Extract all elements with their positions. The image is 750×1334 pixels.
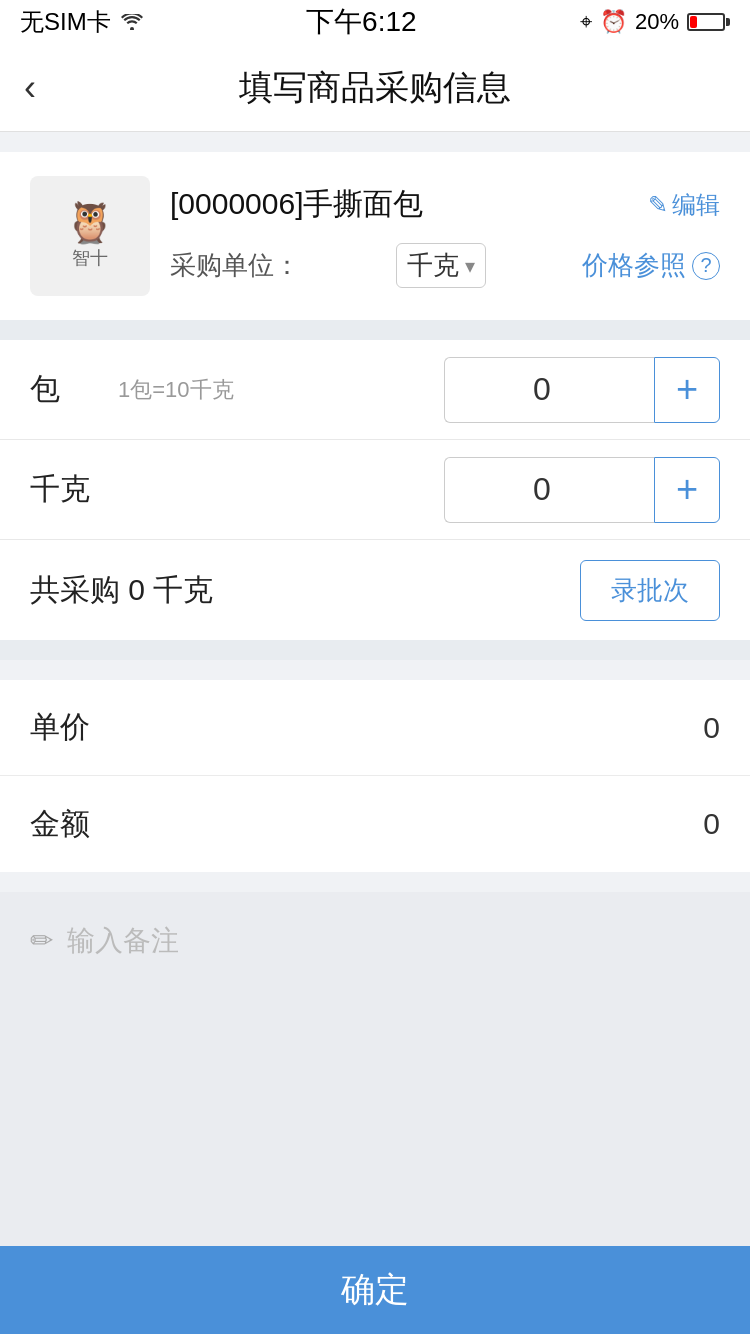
status-bar: 无SIM卡 下午6:12 ⌖ ⏰ 20% (0, 0, 750, 44)
status-left: 无SIM卡 (20, 6, 143, 38)
batch-button[interactable]: 录批次 (580, 560, 720, 621)
product-name: [0000006]手撕面包 (170, 184, 423, 225)
bag-quantity-row: 包 1包=10千克 + (0, 340, 750, 440)
wifi-icon (121, 8, 143, 36)
info-icon: ? (692, 252, 720, 280)
bag-label: 包 (30, 369, 110, 410)
product-card: 🦉 智十 [0000006]手撕面包 ✎ 编辑 采购单位： 千克 ▾ 价格参照 … (0, 152, 750, 320)
amount-value: 0 (703, 807, 720, 841)
pencil-icon: ✏ (30, 924, 53, 957)
product-logo-text: 智十 (65, 246, 115, 270)
summary-text: 共采购 0 千克 (30, 570, 213, 611)
price-reference-button[interactable]: 价格参照 ? (582, 248, 720, 283)
battery-percent: 20% (635, 9, 679, 35)
summary-row: 共采购 0 千克 录批次 (0, 540, 750, 640)
confirm-button[interactable]: 确定 (0, 1246, 750, 1334)
notes-placeholder: 输入备注 (67, 922, 179, 960)
product-info: [0000006]手撕面包 ✎ 编辑 采购单位： 千克 ▾ 价格参照 ? (170, 184, 720, 288)
bag-input-group: + (444, 357, 720, 423)
confirm-label: 确定 (341, 1267, 409, 1313)
product-image: 🦉 智十 (30, 176, 150, 296)
kg-input-group: + (444, 457, 720, 523)
bag-plus-button[interactable]: + (654, 357, 720, 423)
alarm-icon: ⏰ (600, 9, 627, 35)
notes-section[interactable]: ✏ 输入备注 (0, 892, 750, 1072)
nav-bar: ‹ 填写商品采购信息 (0, 44, 750, 132)
unit-price-value: 0 (703, 711, 720, 745)
amount-row: 金额 0 (0, 776, 750, 872)
status-right: ⌖ ⏰ 20% (580, 9, 730, 35)
bag-quantity-input[interactable] (444, 357, 654, 423)
unit-select[interactable]: 千克 ▾ (396, 243, 486, 288)
page-title: 填写商品采购信息 (239, 65, 511, 111)
unit-price-row: 单价 0 (0, 680, 750, 776)
edit-button[interactable]: ✎ 编辑 (648, 189, 720, 221)
battery-icon (687, 13, 730, 31)
bag-sublabel: 1包=10千克 (118, 375, 444, 405)
back-button[interactable]: ‹ (24, 67, 36, 109)
unit-label: 采购单位： (170, 248, 300, 283)
unit-price-label: 单价 (30, 707, 90, 748)
chevron-down-icon: ▾ (465, 254, 475, 278)
kg-quantity-input[interactable] (444, 457, 654, 523)
carrier-label: 无SIM卡 (20, 6, 111, 38)
price-section: 单价 0 金额 0 (0, 680, 750, 872)
quantity-form: 包 1包=10千克 + 千克 + (0, 340, 750, 540)
status-time: 下午6:12 (306, 3, 417, 41)
kg-plus-button[interactable]: + (654, 457, 720, 523)
location-icon: ⌖ (580, 9, 592, 35)
separator-1 (0, 320, 750, 340)
kg-quantity-row: 千克 + (0, 440, 750, 540)
unit-value: 千克 (407, 248, 459, 283)
edit-icon: ✎ (648, 191, 668, 219)
product-logo-icon: 🦉 (65, 202, 115, 242)
separator-2 (0, 640, 750, 660)
amount-label: 金额 (30, 804, 90, 845)
kg-label: 千克 (30, 469, 110, 510)
